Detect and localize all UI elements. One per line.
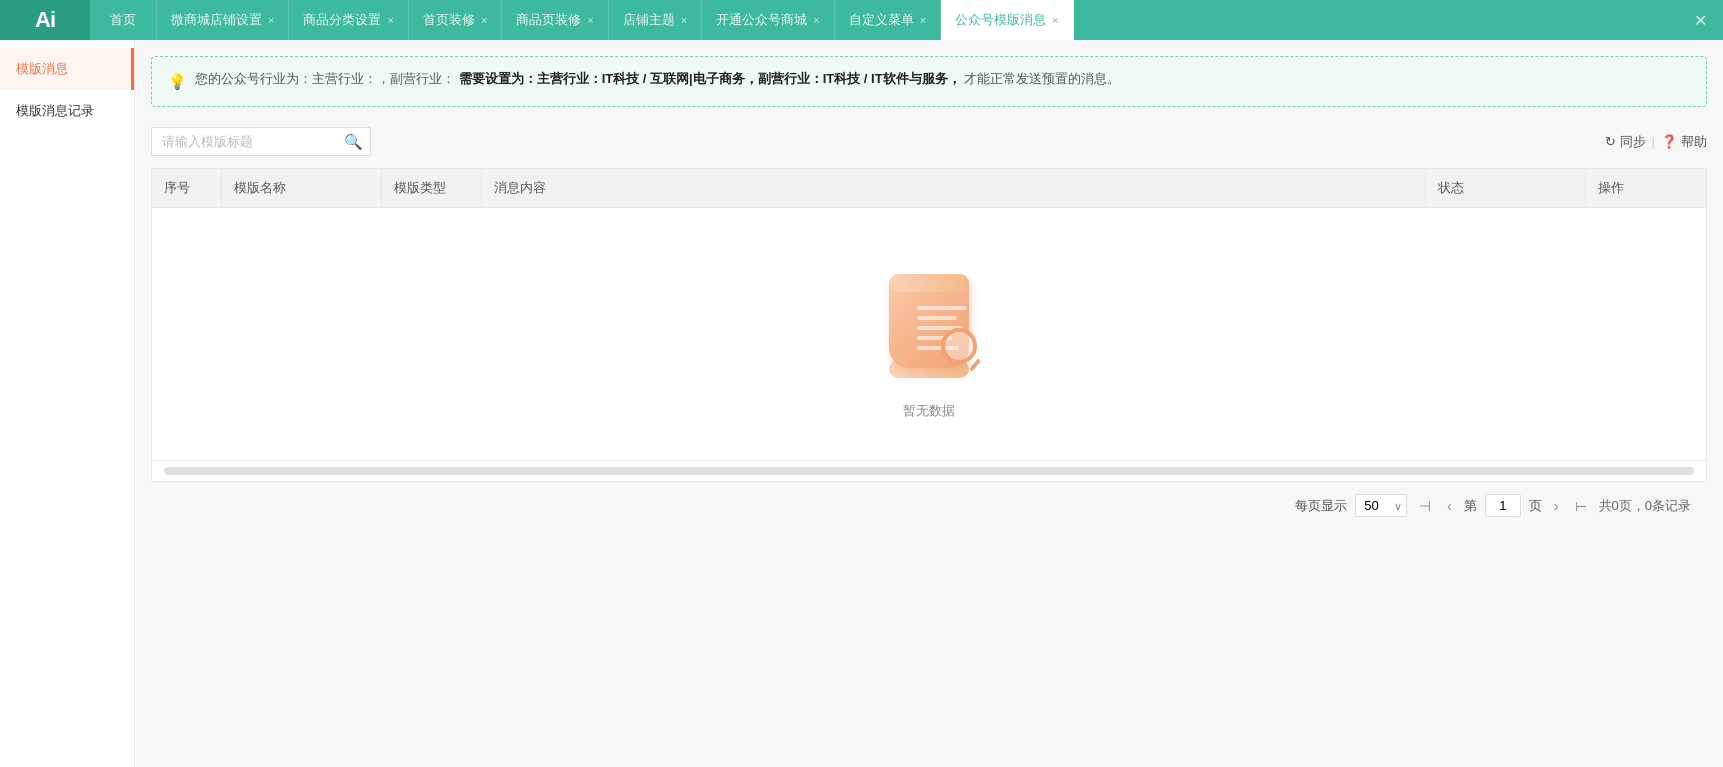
tab-open-wechat[interactable]: 开通公众号商城 × xyxy=(702,0,834,40)
page-size-select[interactable]: 10 20 50 100 xyxy=(1355,494,1407,517)
tab-category-settings[interactable]: 商品分类设置 × xyxy=(289,0,408,40)
notice-banner: 💡 您的公众号行业为：主营行业：，副营行业： 需要设置为：主营行业：IT科技 /… xyxy=(151,56,1707,107)
tab-close-template-msg[interactable]: × xyxy=(1052,14,1058,26)
tab-custom-menu[interactable]: 自定义菜单 × xyxy=(835,0,941,40)
toolbar: 🔍 ↻ 同步 | ❓ 帮助 xyxy=(151,127,1707,156)
toolbar-divider: | xyxy=(1652,134,1655,149)
sidebar-item-template-msg-record[interactable]: 模版消息记录 xyxy=(0,90,134,132)
tab-close-home-decoration[interactable]: × xyxy=(481,14,487,26)
tab-close-custom-menu[interactable]: × xyxy=(920,14,926,26)
app-logo: Ai xyxy=(0,0,90,40)
bulb-icon: 💡 xyxy=(168,70,187,94)
tab-close-open-wechat[interactable]: × xyxy=(813,14,819,26)
tab-product-decoration[interactable]: 商品页装修 × xyxy=(502,0,608,40)
tab-home-decoration[interactable]: 首页装修 × xyxy=(409,0,502,40)
search-wrap: 🔍 xyxy=(151,127,371,156)
notice-highlight: 需要设置为：主营行业：IT科技 / 互联网|电子商务，副营行业：IT科技 / I… xyxy=(459,71,961,86)
last-page-button[interactable]: ⊢ xyxy=(1571,496,1591,516)
next-page-button[interactable]: › xyxy=(1550,496,1563,516)
scrollbar-track[interactable] xyxy=(164,467,1694,475)
page-input[interactable] xyxy=(1485,494,1521,517)
notice-suffix: 才能正常发送预置的消息。 xyxy=(964,71,1120,86)
sync-button[interactable]: ↻ 同步 xyxy=(1605,133,1646,151)
empty-text: 暂无数据 xyxy=(903,402,955,420)
notice-prefix: 您的公众号行业为：主营行业：，副营行业： xyxy=(195,71,455,86)
sidebar-item-template-msg[interactable]: 模版消息 xyxy=(0,48,134,90)
horizontal-scrollbar[interactable] xyxy=(152,460,1706,481)
col-content: 消息内容 xyxy=(482,169,1426,207)
total-text: 共0页，0条记录 xyxy=(1599,497,1691,515)
tab-home[interactable]: 首页 xyxy=(90,0,157,40)
col-status: 状态 xyxy=(1426,169,1586,207)
tab-close-product-decoration[interactable]: × xyxy=(587,14,593,26)
tab-template-msg[interactable]: 公众号模版消息 × xyxy=(941,0,1073,40)
sidebar: 模版消息 模版消息记录 xyxy=(0,40,135,767)
help-label: 帮助 xyxy=(1681,133,1707,151)
col-seq: 序号 xyxy=(152,169,222,207)
main-layout: 模版消息 模版消息记录 💡 您的公众号行业为：主营行业：，副营行业： 需要设置为… xyxy=(0,40,1723,767)
first-page-button[interactable]: ⊣ xyxy=(1415,496,1435,516)
col-name: 模版名称 xyxy=(222,169,382,207)
tab-shop-settings[interactable]: 微商城店铺设置 × xyxy=(157,0,289,40)
search-button[interactable]: 🔍 xyxy=(344,133,363,151)
col-action: 操作 xyxy=(1586,169,1706,207)
pagination: 每页显示 10 20 50 100 ⊣ ‹ 第 页 › ⊢ 共0页，0条记录 xyxy=(151,482,1707,521)
tab-close-store-theme[interactable]: × xyxy=(681,14,687,26)
page-unit: 页 xyxy=(1529,497,1542,515)
empty-state: 暂无数据 xyxy=(152,208,1706,460)
help-icon: ❓ xyxy=(1661,134,1677,149)
sync-icon: ↻ xyxy=(1605,134,1616,149)
search-input[interactable] xyxy=(151,127,371,156)
page-label: 第 xyxy=(1464,497,1477,515)
data-table: 序号 模版名称 模版类型 消息内容 状态 操作 xyxy=(151,168,1707,482)
tab-store-theme[interactable]: 店铺主题 × xyxy=(609,0,702,40)
toolbar-right: ↻ 同步 | ❓ 帮助 xyxy=(1605,133,1707,151)
col-type: 模版类型 xyxy=(382,169,482,207)
page-size-label: 每页显示 xyxy=(1295,497,1347,515)
top-navigation: Ai 首页 微商城店铺设置 × 商品分类设置 × 首页装修 × 商品页装修 × … xyxy=(0,0,1723,40)
tab-bar: 首页 微商城店铺设置 × 商品分类设置 × 首页装修 × 商品页装修 × 店铺主… xyxy=(90,0,1678,40)
help-button[interactable]: ❓ 帮助 xyxy=(1661,133,1707,151)
empty-icon xyxy=(869,268,989,388)
tab-close-shop-settings[interactable]: × xyxy=(268,14,274,26)
window-close-button[interactable]: ✕ xyxy=(1678,0,1723,40)
prev-page-button[interactable]: ‹ xyxy=(1443,496,1456,516)
page-size-select-wrap: 10 20 50 100 xyxy=(1355,494,1407,517)
tab-close-category-settings[interactable]: × xyxy=(387,14,393,26)
sync-label: 同步 xyxy=(1620,133,1646,151)
table-header: 序号 模版名称 模版类型 消息内容 状态 操作 xyxy=(152,169,1706,208)
content-area: 💡 您的公众号行业为：主营行业：，副营行业： 需要设置为：主营行业：IT科技 /… xyxy=(135,40,1723,767)
